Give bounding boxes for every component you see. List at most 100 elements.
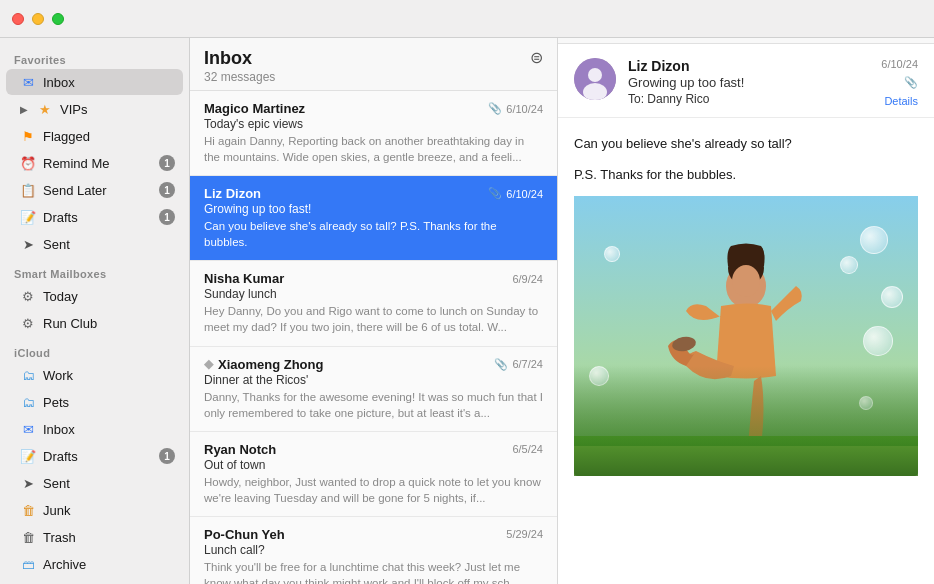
svg-point-5 xyxy=(588,68,602,82)
sidebar-item-label: Remind Me xyxy=(43,156,152,171)
favorites-section-label: Favorites xyxy=(0,44,189,68)
detail-to: To: Danny Rico xyxy=(628,92,869,106)
flag-icon: ⚑ xyxy=(20,128,36,144)
message-sender: Magico Martinez xyxy=(204,101,305,116)
sidebar-item-icloud-sent[interactable]: ➤ Sent xyxy=(6,470,183,496)
folder-icon: 🗂 xyxy=(20,367,36,383)
message-list-title: Inbox xyxy=(204,48,275,69)
message-preview: Think you'll be free for a lunchtime cha… xyxy=(204,559,543,584)
avatar xyxy=(574,58,616,100)
title-bar xyxy=(0,0,934,38)
message-date: 5/29/24 xyxy=(506,528,543,540)
detail-header: Liz Dizon Growing up too fast! To: Danny… xyxy=(558,44,934,118)
sidebar-item-label: Sent xyxy=(43,237,175,252)
sidebar-item-send-later[interactable]: 📋 Send Later 1 xyxy=(6,177,183,203)
run-club-icon: ⚙ xyxy=(20,315,36,331)
message-item[interactable]: Nisha Kumar 6/9/24 Sunday lunch Hey Dann… xyxy=(190,261,557,346)
minimize-button[interactable] xyxy=(32,13,44,25)
sidebar-item-sent[interactable]: ➤ Sent xyxy=(6,231,183,257)
message-sender: Liz Dizon xyxy=(204,186,261,201)
inbox-icon: ✉ xyxy=(20,421,36,437)
sidebar-item-junk[interactable]: 🗑 Junk xyxy=(6,497,183,523)
sidebar-item-vips[interactable]: ▶ ★ VIPs xyxy=(6,96,183,122)
sidebar-item-run-club[interactable]: ⚙ Run Club xyxy=(6,310,183,336)
maximize-button[interactable] xyxy=(52,13,64,25)
clock-icon: ⏰ xyxy=(20,155,36,171)
sidebar-item-label: Drafts xyxy=(43,210,152,225)
sidebar-item-label: Inbox xyxy=(43,422,175,437)
send-later-icon: 📋 xyxy=(20,182,36,198)
message-preview: Hi again Danny, Reporting back on anothe… xyxy=(204,133,543,165)
sidebar-item-label: Today xyxy=(43,289,175,304)
unread-indicator: ◆ xyxy=(204,357,213,371)
junk-icon: 🗑 xyxy=(20,502,36,518)
trash-icon: 🗑 xyxy=(20,529,36,545)
message-date: 6/5/24 xyxy=(512,443,543,455)
attachment-icon: 📎 xyxy=(904,76,918,89)
message-date: 6/7/24 xyxy=(512,358,543,370)
sidebar-item-remind-me[interactable]: ⏰ Remind Me 1 xyxy=(6,150,183,176)
message-sender: Po-Chun Yeh xyxy=(204,527,285,542)
sidebar-item-label: Sent xyxy=(43,476,175,491)
background-trees xyxy=(574,366,918,446)
message-preview: Howdy, neighbor, Just wanted to drop a q… xyxy=(204,474,543,506)
detail-panel: Liz Dizon Growing up too fast! To: Danny… xyxy=(558,0,934,584)
message-item[interactable]: Magico Martinez 📎 6/10/24 Today's epic v… xyxy=(190,91,557,176)
archive-icon: 🗃 xyxy=(20,556,36,572)
message-subject: Out of town xyxy=(204,458,543,472)
details-link[interactable]: Details xyxy=(884,95,918,107)
remind-me-badge: 1 xyxy=(159,155,175,171)
sidebar-item-icloud-drafts[interactable]: 📝 Drafts 1 xyxy=(6,443,183,469)
bubble xyxy=(881,286,903,308)
sidebar-item-trash[interactable]: 🗑 Trash xyxy=(6,524,183,550)
drafts-icon: 📝 xyxy=(20,448,36,464)
message-subject: Growing up too fast! xyxy=(204,202,543,216)
message-date: 6/10/24 xyxy=(506,188,543,200)
sent-icon: ➤ xyxy=(20,236,36,252)
sidebar-item-pets[interactable]: 🗂 Pets xyxy=(6,389,183,415)
message-subject: Lunch call? xyxy=(204,543,543,557)
send-later-badge: 1 xyxy=(159,182,175,198)
sidebar-item-today[interactable]: ⚙ Today xyxy=(6,283,183,309)
message-item[interactable]: Ryan Notch 6/5/24 Out of town Howdy, nei… xyxy=(190,432,557,517)
sidebar-item-flagged[interactable]: ⚑ Flagged xyxy=(6,123,183,149)
sidebar-item-label: Archive xyxy=(43,557,175,572)
sidebar-item-label: Run Club xyxy=(43,316,175,331)
bubble xyxy=(863,326,893,356)
message-item[interactable]: ◆Xiaomeng Zhong 📎 6/7/24 Dinner at the R… xyxy=(190,347,557,432)
message-item[interactable]: Po-Chun Yeh 5/29/24 Lunch call? Think yo… xyxy=(190,517,557,584)
sidebar-item-icloud-inbox[interactable]: ✉ Inbox xyxy=(6,416,183,442)
close-button[interactable] xyxy=(12,13,24,25)
message-list: Magico Martinez 📎 6/10/24 Today's epic v… xyxy=(190,91,557,584)
sidebar-item-work[interactable]: 🗂 Work xyxy=(6,362,183,388)
to-name: Danny Rico xyxy=(647,92,709,106)
smart-mailboxes-section-label: Smart Mailboxes xyxy=(0,258,189,282)
sidebar-item-archive[interactable]: 🗃 Archive xyxy=(6,551,183,577)
detail-body: Can you believe she's already so tall? P… xyxy=(558,118,934,584)
attachment-icon: 📎 xyxy=(488,102,502,115)
filter-icon[interactable]: ⊜ xyxy=(530,48,543,67)
sidebar-item-inbox[interactable]: ✉ Inbox xyxy=(6,69,183,95)
sidebar-item-drafts[interactable]: 📝 Drafts 1 xyxy=(6,204,183,230)
message-sender: ◆Xiaomeng Zhong xyxy=(204,357,323,372)
detail-header-right: 6/10/24 📎 Details xyxy=(881,58,918,107)
folder-icon: 🗂 xyxy=(20,394,36,410)
to-label: To: xyxy=(628,92,644,106)
drafts-badge: 1 xyxy=(159,209,175,225)
svg-point-9 xyxy=(732,265,760,297)
app-container: Favorites ✉ Inbox ▶ ★ VIPs ⚑ Flagged ⏰ R… xyxy=(0,0,934,584)
body-paragraph-2: P.S. Thanks for the bubbles. xyxy=(574,165,918,186)
sidebar-item-label: Trash xyxy=(43,530,175,545)
message-item[interactable]: Liz Dizon 📎 6/10/24 Growing up too fast!… xyxy=(190,176,557,261)
message-date: 6/9/24 xyxy=(512,273,543,285)
message-preview: Danny, Thanks for the awesome evening! I… xyxy=(204,389,543,421)
message-sender: Ryan Notch xyxy=(204,442,276,457)
attachment-icon: 📎 xyxy=(488,187,502,200)
email-photo xyxy=(574,196,918,476)
detail-sender-name: Liz Dizon xyxy=(628,58,869,74)
icloud-section-label: iCloud xyxy=(0,337,189,361)
detail-subject: Growing up too fast! xyxy=(628,75,869,90)
chevron-right-icon: ▶ xyxy=(20,104,28,115)
sidebar-item-label: Inbox xyxy=(43,75,175,90)
message-list-count: 32 messages xyxy=(204,70,275,84)
